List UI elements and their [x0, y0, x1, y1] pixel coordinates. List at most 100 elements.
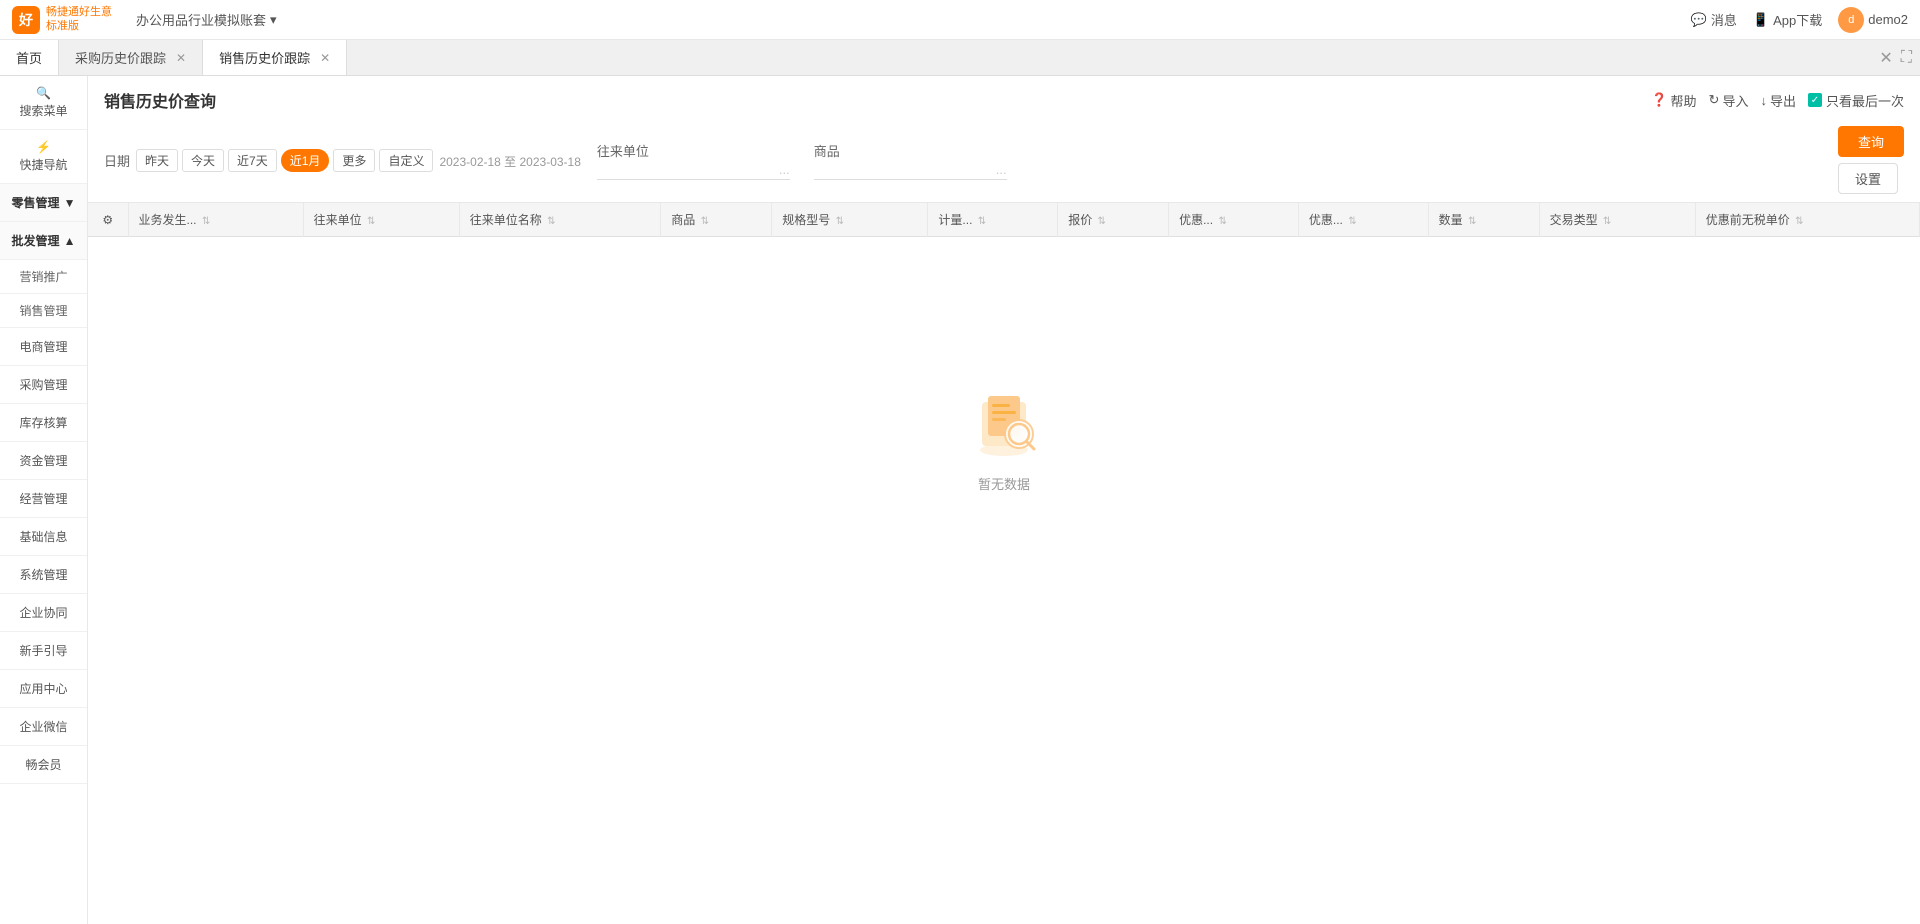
table-header-discount2[interactable]: 优惠... ⇅ [1298, 203, 1428, 237]
help-btn[interactable]: ❓ 帮助 [1651, 91, 1696, 110]
sidebar-item-inventory[interactable]: 库存核算 [0, 404, 87, 442]
sidebar-item-enterprise-wechat[interactable]: 企业微信 [0, 708, 87, 746]
logo-area: 好 畅捷通好生意 标准版 [12, 6, 112, 34]
sidebar-item-sales-mgmt[interactable]: 销售管理 [0, 294, 87, 328]
tab-purchase-history[interactable]: 采购历史价跟踪 ✕ [59, 40, 203, 75]
search-icon: 🔍 [36, 86, 51, 100]
logo-text: 畅捷通好生意 标准版 [46, 6, 112, 32]
sidebar-item-wholesale-mgmt[interactable]: 批发管理 ▲ [0, 222, 87, 260]
sidebar-item-basic-info[interactable]: 基础信息 [0, 518, 87, 556]
date-btn-7days[interactable]: 近7天 [228, 149, 277, 172]
chevron-up-icon: ▲ [64, 234, 76, 248]
import-btn[interactable]: ↻ 导入 [1709, 91, 1749, 110]
sort-icon-transaction-type: ⇅ [1603, 216, 1611, 227]
partner-dots[interactable]: ... [779, 162, 790, 177]
table-header-unit[interactable]: 计量... ⇅ [928, 203, 1058, 237]
gear-icon[interactable]: ⚙ [102, 213, 113, 227]
date-btn-today[interactable]: 今天 [182, 149, 224, 172]
empty-text: 暂无数据 [978, 474, 1030, 493]
table-head: ⚙ 业务发生... ⇅ 往来单位 ⇅ 往来单位名称 ⇅ [88, 203, 1920, 237]
dropdown-icon: ▾ [270, 12, 277, 28]
close-sales-history-tab[interactable]: ✕ [320, 51, 330, 65]
sort-icon-partner-code: ⇅ [367, 216, 375, 227]
table-header-discount1[interactable]: 优惠... ⇅ [1169, 203, 1299, 237]
nav-icon: ⚡ [36, 140, 51, 154]
date-btn-yesterday[interactable]: 昨天 [136, 149, 178, 172]
empty-icon [964, 382, 1044, 462]
maximize-btn[interactable]: ⛶ [1901, 49, 1912, 67]
sort-icon-spec: ⇅ [836, 216, 844, 227]
page-title: 销售历史价查询 [104, 88, 216, 112]
table-header-product[interactable]: 商品 ⇅ [661, 203, 772, 237]
tab-sales-history[interactable]: 销售历史价跟踪 ✕ [203, 40, 347, 75]
download-icon: 📱 [1753, 12, 1769, 28]
date-btn-custom[interactable]: 自定义 [379, 149, 433, 172]
table-header-no-tax-price[interactable]: 优惠前无税单价 ⇅ [1695, 203, 1919, 237]
sort-icon-unit: ⇅ [978, 216, 986, 227]
data-table: ⚙ 业务发生... ⇅ 往来单位 ⇅ 往来单位名称 ⇅ [88, 203, 1920, 237]
message-btn[interactable]: 💬 消息 [1691, 10, 1737, 29]
settings-button[interactable]: 设置 [1838, 163, 1898, 194]
export-btn[interactable]: ↓ 导出 [1760, 91, 1796, 110]
app-selector[interactable]: 办公用品行业模拟账套 ▾ [136, 10, 277, 29]
sidebar-item-ecommerce-mgmt[interactable]: 电商管理 [0, 328, 87, 366]
page-header: 销售历史价查询 ❓ 帮助 ↻ 导入 ↓ 导出 ✓ [88, 76, 1920, 203]
filter-row: 日期 昨天 今天 近7天 近1月 更多 自定义 2023-02-18 至 202… [104, 122, 1904, 194]
sidebar-item-purchase-mgmt[interactable]: 采购管理 [0, 366, 87, 404]
date-filter-group: 日期 昨天 今天 近7天 近1月 更多 自定义 2023-02-18 至 202… [104, 149, 581, 172]
query-button[interactable]: 查询 [1838, 126, 1904, 157]
date-btn-more[interactable]: 更多 [333, 149, 375, 172]
sidebar-item-new-user-guide[interactable]: 新手引导 [0, 632, 87, 670]
product-dots[interactable]: ... [996, 162, 1007, 177]
sidebar-item-system-mgmt[interactable]: 系统管理 [0, 556, 87, 594]
sort-icon-quantity: ⇅ [1468, 216, 1476, 227]
tab-bar: 首页 采购历史价跟踪 ✕ 销售历史价跟踪 ✕ ✕ ⛶ [0, 40, 1920, 76]
top-bar-right: 💬 消息 📱 App下载 d demo2 [1691, 7, 1908, 33]
top-bar: 好 畅捷通好生意 标准版 办公用品行业模拟账套 ▾ 💬 消息 📱 App下载 d… [0, 0, 1920, 40]
sort-icon-discount1: ⇅ [1218, 216, 1226, 227]
table-header-spec[interactable]: 规格型号 ⇅ [772, 203, 928, 237]
tab-home[interactable]: 首页 [0, 40, 59, 75]
date-range-display: 2023-02-18 至 2023-03-18 [439, 153, 580, 170]
purchase-history-tab-label: 采购历史价跟踪 [75, 48, 166, 67]
date-btn-1month[interactable]: 近1月 [281, 149, 330, 172]
sort-icon-no-tax-price: ⇅ [1795, 216, 1803, 227]
date-buttons: 昨天 今天 近7天 近1月 更多 自定义 [136, 149, 433, 172]
only-last-checkbox[interactable]: ✓ [1808, 93, 1822, 107]
partner-input[interactable] [597, 160, 777, 179]
sidebar: 🔍 搜索菜单 ⚡ 快捷导航 零售管理 ▼ 批发管理 ▲ 营销推广 销售管理 电商… [0, 76, 88, 924]
table-header-transaction-type[interactable]: 交易类型 ⇅ [1539, 203, 1695, 237]
table-header-partner-name[interactable]: 往来单位名称 ⇅ [459, 203, 661, 237]
sidebar-item-member[interactable]: 畅会员 [0, 746, 87, 784]
table-area: ⚙ 业务发生... ⇅ 往来单位 ⇅ 往来单位名称 ⇅ [88, 203, 1920, 924]
sidebar-item-app-center[interactable]: 应用中心 [0, 670, 87, 708]
empty-state: 暂无数据 [88, 237, 1920, 637]
sidebar-item-operations-mgmt[interactable]: 经营管理 [0, 480, 87, 518]
avatar: d [1838, 7, 1864, 33]
tab-bar-actions: ✕ ⛶ [1871, 40, 1920, 75]
filter-inputs: 往来单位 ... 商品 ... [597, 141, 1822, 180]
table-header-partner-code[interactable]: 往来单位 ⇅ [303, 203, 459, 237]
sidebar-item-finance-mgmt[interactable]: 资金管理 [0, 442, 87, 480]
close-all-tabs-btn[interactable]: ✕ [1879, 48, 1892, 68]
export-icon: ↓ [1760, 93, 1767, 108]
table-header-business-date[interactable]: 业务发生... ⇅ [128, 203, 303, 237]
sidebar-item-search-menu[interactable]: 🔍 搜索菜单 [0, 76, 87, 130]
sidebar-item-marketing[interactable]: 营销推广 [0, 260, 87, 294]
table-header-settings[interactable]: ⚙ [88, 203, 128, 237]
product-filter-label: 商品 [814, 141, 1007, 160]
sidebar-item-retail-mgmt[interactable]: 零售管理 ▼ [0, 184, 87, 222]
table-header-quantity[interactable]: 数量 ⇅ [1428, 203, 1539, 237]
product-input[interactable] [814, 160, 994, 179]
partner-filter-label: 往来单位 [597, 141, 790, 160]
table-header-quote[interactable]: 报价 ⇅ [1058, 203, 1169, 237]
message-icon: 💬 [1691, 12, 1707, 28]
help-icon: ❓ [1651, 92, 1667, 108]
user-area[interactable]: d demo2 [1838, 7, 1908, 33]
sidebar-item-enterprise-collab[interactable]: 企业协同 [0, 594, 87, 632]
close-purchase-history-tab[interactable]: ✕ [176, 51, 186, 65]
sidebar-item-quick-nav[interactable]: ⚡ 快捷导航 [0, 130, 87, 184]
import-icon: ↻ [1709, 92, 1720, 108]
app-download-btn[interactable]: 📱 App下载 [1753, 10, 1822, 29]
only-last-checkbox-label[interactable]: ✓ 只看最后一次 [1808, 91, 1904, 110]
